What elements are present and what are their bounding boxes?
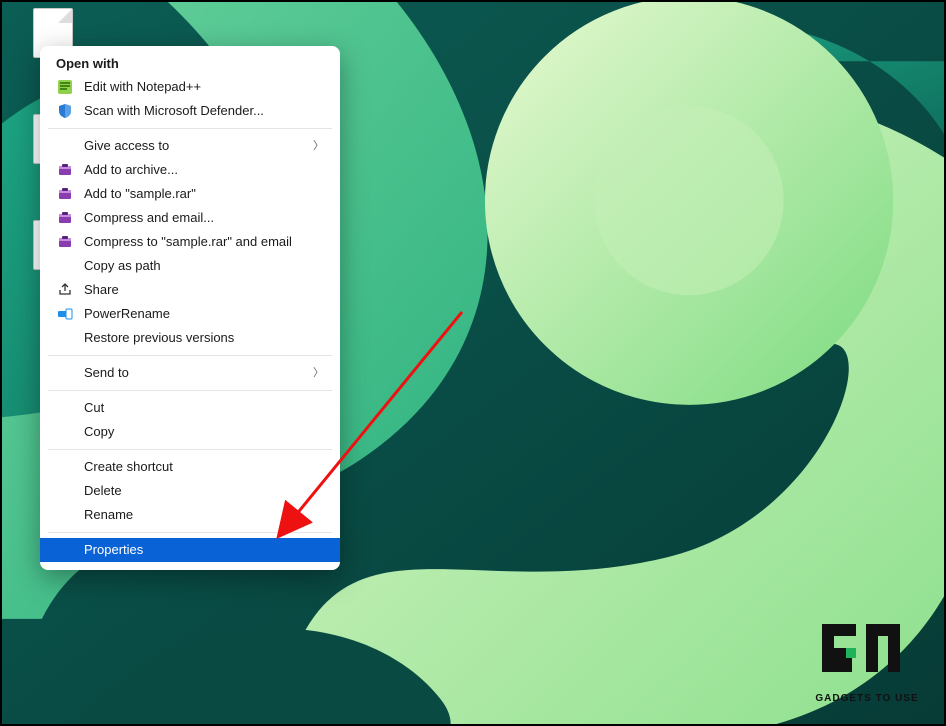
chevron-right-icon: 〉: [312, 138, 324, 154]
menu-separator: [48, 128, 332, 129]
menu-separator: [48, 532, 332, 533]
notepadpp-icon: [56, 78, 74, 96]
blank-icon: [56, 458, 74, 476]
chevron-right-icon: 〉: [312, 365, 324, 381]
menu-item-label: Create shortcut: [84, 459, 324, 475]
blank-icon: [56, 423, 74, 441]
winrar-icon: [56, 233, 74, 251]
menu-item-cut[interactable]: Cut: [40, 396, 340, 420]
menu-item-label: Compress and email...: [84, 210, 324, 226]
desktop-frame: sa Open with Edit with Notepad++ Scan wi…: [0, 0, 946, 726]
menu-item-label: Restore previous versions: [84, 330, 324, 346]
menu-item-label: Add to archive...: [84, 162, 324, 178]
menu-item-label: Edit with Notepad++: [84, 79, 324, 95]
menu-item-send-to[interactable]: Send to 〉: [40, 361, 340, 385]
powerrename-icon: [56, 305, 74, 323]
menu-item-label: Give access to: [84, 138, 302, 154]
context-menu: Open with Edit with Notepad++ Scan with …: [40, 46, 340, 570]
menu-item-label: Add to "sample.rar": [84, 186, 324, 202]
blank-icon: [56, 364, 74, 382]
menu-item-scan-defender[interactable]: Scan with Microsoft Defender...: [40, 99, 340, 123]
menu-item-label: Share: [84, 282, 324, 298]
menu-item-label: Rename: [84, 507, 324, 523]
menu-item-label: Scan with Microsoft Defender...: [84, 103, 324, 119]
context-menu-header: Open with: [40, 52, 340, 75]
menu-item-restore-versions[interactable]: Restore previous versions: [40, 326, 340, 350]
menu-item-label: Copy: [84, 424, 324, 440]
menu-item-add-sample-rar[interactable]: Add to "sample.rar": [40, 182, 340, 206]
menu-separator: [48, 390, 332, 391]
menu-item-label: Copy as path: [84, 258, 324, 274]
menu-item-share[interactable]: Share: [40, 278, 340, 302]
blank-icon: [56, 257, 74, 275]
watermark-text: GADGETS TO USE: [812, 693, 922, 704]
menu-item-copy-as-path[interactable]: Copy as path: [40, 254, 340, 278]
defender-icon: [56, 102, 74, 120]
menu-separator: [48, 449, 332, 450]
winrar-icon: [56, 209, 74, 227]
menu-item-delete[interactable]: Delete: [40, 479, 340, 503]
menu-item-rename[interactable]: Rename: [40, 503, 340, 527]
blank-icon: [56, 506, 74, 524]
blank-icon: [56, 399, 74, 417]
menu-separator: [48, 355, 332, 356]
menu-item-compress-sample-email[interactable]: Compress to "sample.rar" and email: [40, 230, 340, 254]
blank-icon: [56, 329, 74, 347]
menu-item-properties[interactable]: Properties: [40, 538, 340, 562]
blank-icon: [56, 541, 74, 559]
menu-item-create-shortcut[interactable]: Create shortcut: [40, 455, 340, 479]
menu-item-powerrename[interactable]: PowerRename: [40, 302, 340, 326]
menu-item-label: PowerRename: [84, 306, 324, 322]
menu-item-label: Send to: [84, 365, 302, 381]
winrar-icon: [56, 185, 74, 203]
menu-item-label: Properties: [84, 542, 324, 558]
menu-item-label: Compress to "sample.rar" and email: [84, 234, 324, 250]
watermark: GADGETS TO USE: [812, 614, 922, 704]
menu-item-label: Cut: [84, 400, 324, 416]
menu-item-compress-email[interactable]: Compress and email...: [40, 206, 340, 230]
watermark-logo-icon: [812, 614, 922, 684]
menu-item-edit-notepadpp[interactable]: Edit with Notepad++: [40, 75, 340, 99]
menu-item-label: Delete: [84, 483, 324, 499]
blank-icon: [56, 137, 74, 155]
share-icon: [56, 281, 74, 299]
menu-item-copy[interactable]: Copy: [40, 420, 340, 444]
blank-icon: [56, 482, 74, 500]
menu-item-give-access[interactable]: Give access to 〉: [40, 134, 340, 158]
menu-item-add-archive[interactable]: Add to archive...: [40, 158, 340, 182]
winrar-icon: [56, 161, 74, 179]
